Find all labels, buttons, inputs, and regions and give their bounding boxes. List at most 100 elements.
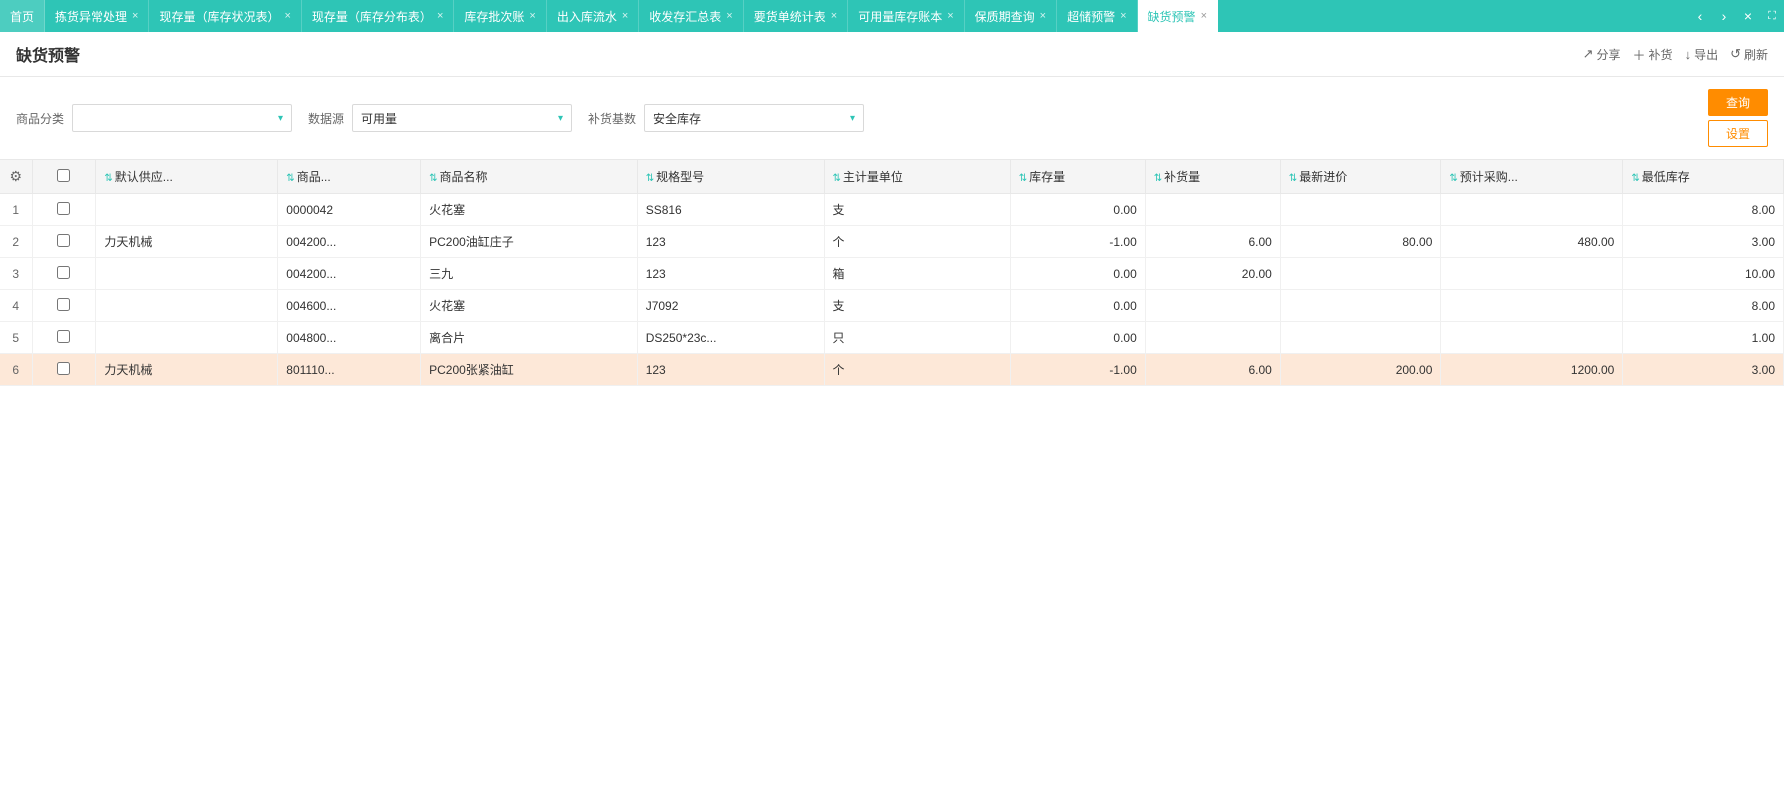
sort-replenish-icon: ⇅ — [1154, 173, 1162, 184]
data-source-group: 数据源 可用量 ▾ — [308, 104, 572, 132]
tab-batch-account[interactable]: 库存批次账× — [454, 0, 546, 32]
share-button[interactable]: ↗ 分享 — [1583, 46, 1621, 63]
tab-label-order-stat: 要货单统计表 — [754, 8, 826, 25]
sort-price-icon: ⇅ — [1289, 173, 1297, 184]
row-checkbox-cell — [32, 258, 96, 290]
replenish-base-label: 补货基数 — [588, 110, 636, 127]
column-default-supplier[interactable]: ⇅默认供应... — [96, 160, 278, 194]
tab-fullscreen-btn[interactable]: ⛶ — [1760, 0, 1784, 32]
row-number: 5 — [0, 322, 32, 354]
tab-home[interactable]: 首页 — [0, 0, 45, 32]
product-category-select[interactable]: ▾ — [72, 104, 292, 132]
row-inventory: -1.00 — [1010, 226, 1145, 258]
replenish-button[interactable]: ＋ 补货 — [1633, 45, 1673, 64]
row-product-name: PC200油缸庄子 — [421, 226, 638, 258]
tab-close-order-stat[interactable]: × — [831, 10, 837, 22]
tab-bar: 首页拣货异常处理×现存量（库存状况表）×现存量（库存分布表）×库存批次账×出入库… — [0, 0, 1784, 32]
settings-button[interactable]: 设置 — [1708, 120, 1768, 147]
row-spec: 123 — [637, 354, 824, 386]
row-min-inventory: 8.00 — [1623, 194, 1784, 226]
tab-inventory-dist[interactable]: 现存量（库存分布表） × — [302, 0, 454, 32]
data-source-select[interactable]: 可用量 ▾ — [352, 104, 572, 132]
tab-close-inout-flow[interactable]: × — [622, 10, 628, 22]
tab-close-batch-account[interactable]: × — [529, 10, 535, 22]
tab-label-inventory-dist: 现存量（库存分布表） — [312, 8, 432, 25]
tab-available-ledger[interactable]: 可用量库存账本× — [848, 0, 964, 32]
tab-overstock[interactable]: 超储预警 × — [1057, 0, 1137, 32]
column-latest-price[interactable]: ⇅最新进价 — [1280, 160, 1441, 194]
sort-name-icon: ⇅ — [429, 173, 437, 184]
refresh-button[interactable]: ↺ 刷新 — [1730, 46, 1768, 63]
row-product-name: 火花塞 — [421, 290, 638, 322]
tab-close-overstock[interactable]: × — [1120, 10, 1126, 22]
column-gear[interactable]: ⚙ — [0, 160, 32, 194]
column-unit[interactable]: ⇅主计量单位 — [824, 160, 1010, 194]
sort-spec-icon: ⇅ — [646, 173, 654, 184]
page-title: 缺货预警 — [16, 42, 80, 66]
column-replenish-qty[interactable]: ⇅补货量 — [1145, 160, 1280, 194]
row-number: 3 — [0, 258, 32, 290]
row-unit: 箱 — [824, 258, 1010, 290]
share-label: 分享 — [1597, 46, 1621, 63]
column-min-inventory[interactable]: ⇅最低库存 — [1623, 160, 1784, 194]
tab-close-inventory-status[interactable]: × — [284, 10, 290, 22]
tab-order-stat[interactable]: 要货单统计表 × — [744, 0, 848, 32]
tab-close-inventory-dist[interactable]: × — [437, 10, 443, 22]
export-icon: ↓ — [1685, 47, 1692, 62]
tab-inventory-status[interactable]: 现存量（库存状况表）× — [149, 0, 301, 32]
row-unit: 支 — [824, 194, 1010, 226]
column-product-name[interactable]: ⇅商品名称 — [421, 160, 638, 194]
tab-close-shortage[interactable]: × — [1201, 10, 1207, 22]
data-source-label: 数据源 — [308, 110, 344, 127]
sort-code-icon: ⇅ — [286, 173, 294, 184]
row-supplier: 力天机械 — [96, 226, 278, 258]
tab-abnormal[interactable]: 拣货异常处理× — [45, 0, 149, 32]
row-est-purchase: 1200.00 — [1441, 354, 1623, 386]
tab-receive-total[interactable]: 收发存汇总表× — [639, 0, 743, 32]
tab-close-receive-total[interactable]: × — [726, 10, 732, 22]
replenish-base-arrow-icon: ▾ — [850, 113, 855, 124]
row-min-inventory: 8.00 — [1623, 290, 1784, 322]
tab-close-available-ledger[interactable]: × — [947, 10, 953, 22]
table-row: 4 004600... 火花塞 J7092 支 0.00 8.00 — [0, 290, 1784, 322]
tab-close-abnormal[interactable]: × — [132, 10, 138, 22]
row-product-code: 004800... — [278, 322, 421, 354]
row-product-name: PC200张紧油缸 — [421, 354, 638, 386]
replenish-label: 补货 — [1649, 46, 1673, 63]
filter-area: 商品分类 ▾ 数据源 可用量 ▾ 补货基数 安全库存 ▾ 查询 设置 — [0, 77, 1784, 160]
tab-inout-flow[interactable]: 出入库流水× — [547, 0, 639, 32]
query-button[interactable]: 查询 — [1708, 89, 1768, 116]
tab-label-overstock: 超储预警 — [1067, 8, 1115, 25]
row-spec: SS816 — [637, 194, 824, 226]
tab-close-all-btn[interactable]: × — [1736, 0, 1760, 32]
gear-icon: ⚙ — [9, 168, 22, 184]
replenish-base-select[interactable]: 安全库存 ▾ — [644, 104, 864, 132]
row-min-inventory: 3.00 — [1623, 354, 1784, 386]
row-checkbox[interactable] — [57, 234, 70, 247]
tab-label-shortage: 缺货预警 — [1148, 8, 1196, 25]
row-inventory: 0.00 — [1010, 258, 1145, 290]
row-checkbox[interactable] — [57, 362, 70, 375]
row-unit: 个 — [824, 226, 1010, 258]
column-product-code[interactable]: ⇅商品... — [278, 160, 421, 194]
tab-close-expiry-query[interactable]: × — [1040, 10, 1046, 22]
column-est-purchase[interactable]: ⇅预计采购... — [1441, 160, 1623, 194]
row-supplier — [96, 258, 278, 290]
tab-expiry-query[interactable]: 保质期查询× — [965, 0, 1057, 32]
tab-shortage[interactable]: 缺货预警 × — [1138, 0, 1218, 32]
row-checkbox[interactable] — [57, 298, 70, 311]
table-row: 3 004200... 三九 123 箱 0.00 20.00 10.00 — [0, 258, 1784, 290]
column-inventory[interactable]: ⇅库存量 — [1010, 160, 1145, 194]
tab-next-btn[interactable]: › — [1712, 0, 1736, 32]
row-checkbox[interactable] — [57, 330, 70, 343]
select-all-checkbox[interactable] — [57, 169, 70, 182]
row-product-code: 004200... — [278, 258, 421, 290]
tab-prev-btn[interactable]: ‹ — [1688, 0, 1712, 32]
row-replenish-qty: 6.00 — [1145, 354, 1280, 386]
sort-est-icon: ⇅ — [1449, 173, 1457, 184]
row-checkbox[interactable] — [57, 202, 70, 215]
column-spec[interactable]: ⇅规格型号 — [637, 160, 824, 194]
row-checkbox[interactable] — [57, 266, 70, 279]
export-button[interactable]: ↓ 导出 — [1685, 46, 1719, 63]
row-number: 4 — [0, 290, 32, 322]
